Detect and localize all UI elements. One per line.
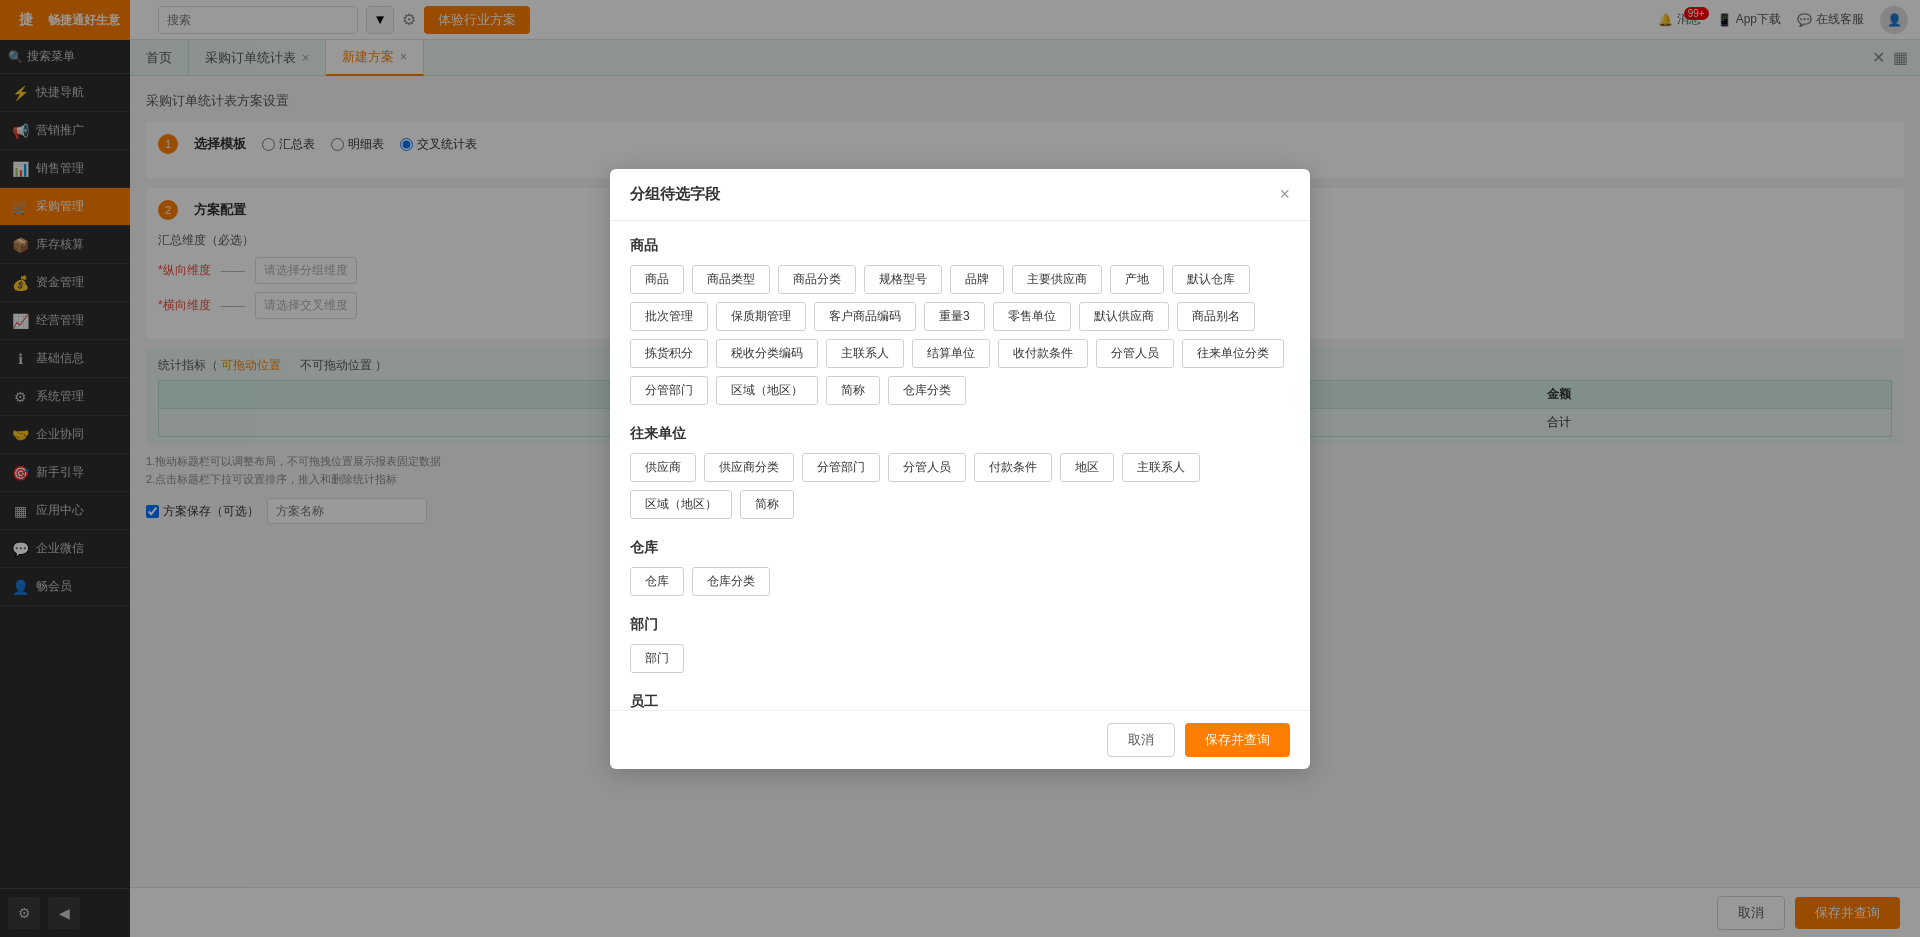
field-tag-0-15[interactable]: 拣货积分 [630,339,708,368]
field-tag-0-20[interactable]: 分管人员 [1096,339,1174,368]
field-tag-0-5[interactable]: 主要供应商 [1012,265,1102,294]
field-tag-2-1[interactable]: 仓库分类 [692,567,770,596]
field-group-4: 员工业务员 [630,693,1290,710]
field-tag-0-10[interactable]: 客户商品编码 [814,302,916,331]
modal-close-button[interactable]: × [1279,185,1290,203]
field-tag-0-14[interactable]: 商品别名 [1177,302,1255,331]
field-tag-0-11[interactable]: 重量3 [924,302,985,331]
field-tag-1-0[interactable]: 供应商 [630,453,696,482]
field-tag-0-19[interactable]: 收付款条件 [998,339,1088,368]
field-tag-0-4[interactable]: 品牌 [950,265,1004,294]
modal-confirm-button[interactable]: 保存并查询 [1185,723,1290,757]
field-tag-0-8[interactable]: 批次管理 [630,302,708,331]
field-tag-3-0[interactable]: 部门 [630,644,684,673]
field-tag-0-6[interactable]: 产地 [1110,265,1164,294]
field-tags-0: 商品商品类型商品分类规格型号品牌主要供应商产地默认仓库批次管理保质期管理客户商品… [630,265,1290,405]
field-tag-1-2[interactable]: 分管部门 [802,453,880,482]
field-tag-0-25[interactable]: 仓库分类 [888,376,966,405]
field-group-3: 部门部门 [630,616,1290,673]
field-tag-1-3[interactable]: 分管人员 [888,453,966,482]
field-tag-0-2[interactable]: 商品分类 [778,265,856,294]
field-tag-1-1[interactable]: 供应商分类 [704,453,794,482]
modal-body: 商品商品商品类型商品分类规格型号品牌主要供应商产地默认仓库批次管理保质期管理客户… [610,221,1310,710]
modal-footer: 取消 保存并查询 [610,710,1310,769]
field-tag-1-5[interactable]: 地区 [1060,453,1114,482]
field-group-title-3: 部门 [630,616,1290,634]
field-group-2: 仓库仓库仓库分类 [630,539,1290,596]
field-tag-1-7[interactable]: 区域（地区） [630,490,732,519]
field-group-title-4: 员工 [630,693,1290,710]
field-tag-0-3[interactable]: 规格型号 [864,265,942,294]
field-group-title-1: 往来单位 [630,425,1290,443]
field-group-0: 商品商品商品类型商品分类规格型号品牌主要供应商产地默认仓库批次管理保质期管理客户… [630,237,1290,405]
field-tag-0-16[interactable]: 税收分类编码 [716,339,818,368]
field-group-title-2: 仓库 [630,539,1290,557]
modal-overlay: 分组待选字段 × 商品商品商品类型商品分类规格型号品牌主要供应商产地默认仓库批次… [0,0,1920,937]
field-tag-0-17[interactable]: 主联系人 [826,339,904,368]
field-tag-0-22[interactable]: 分管部门 [630,376,708,405]
field-group-1: 往来单位供应商供应商分类分管部门分管人员付款条件地区主联系人区域（地区） 简称 [630,425,1290,519]
modal-header: 分组待选字段 × [610,169,1310,221]
modal-sections-container: 商品商品商品类型商品分类规格型号品牌主要供应商产地默认仓库批次管理保质期管理客户… [630,237,1290,710]
field-tag-0-0[interactable]: 商品 [630,265,684,294]
field-tag-1-8[interactable]: 简称 [740,490,794,519]
field-tag-1-4[interactable]: 付款条件 [974,453,1052,482]
field-tags-1: 供应商供应商分类分管部门分管人员付款条件地区主联系人区域（地区） 简称 [630,453,1290,519]
field-tag-0-18[interactable]: 结算单位 [912,339,990,368]
field-tag-0-1[interactable]: 商品类型 [692,265,770,294]
field-tag-1-6[interactable]: 主联系人 [1122,453,1200,482]
field-tag-0-13[interactable]: 默认供应商 [1079,302,1169,331]
modal: 分组待选字段 × 商品商品商品类型商品分类规格型号品牌主要供应商产地默认仓库批次… [610,169,1310,769]
field-tag-0-9[interactable]: 保质期管理 [716,302,806,331]
field-tag-0-21[interactable]: 往来单位分类 [1182,339,1284,368]
field-tags-3: 部门 [630,644,1290,673]
field-tags-2: 仓库仓库分类 [630,567,1290,596]
field-tag-0-12[interactable]: 零售单位 [993,302,1071,331]
field-tag-0-24[interactable]: 简称 [826,376,880,405]
field-tag-2-0[interactable]: 仓库 [630,567,684,596]
field-tag-0-7[interactable]: 默认仓库 [1172,265,1250,294]
modal-title: 分组待选字段 [630,185,720,204]
modal-cancel-button[interactable]: 取消 [1107,723,1175,757]
field-group-title-0: 商品 [630,237,1290,255]
field-tag-0-23[interactable]: 区域（地区） [716,376,818,405]
